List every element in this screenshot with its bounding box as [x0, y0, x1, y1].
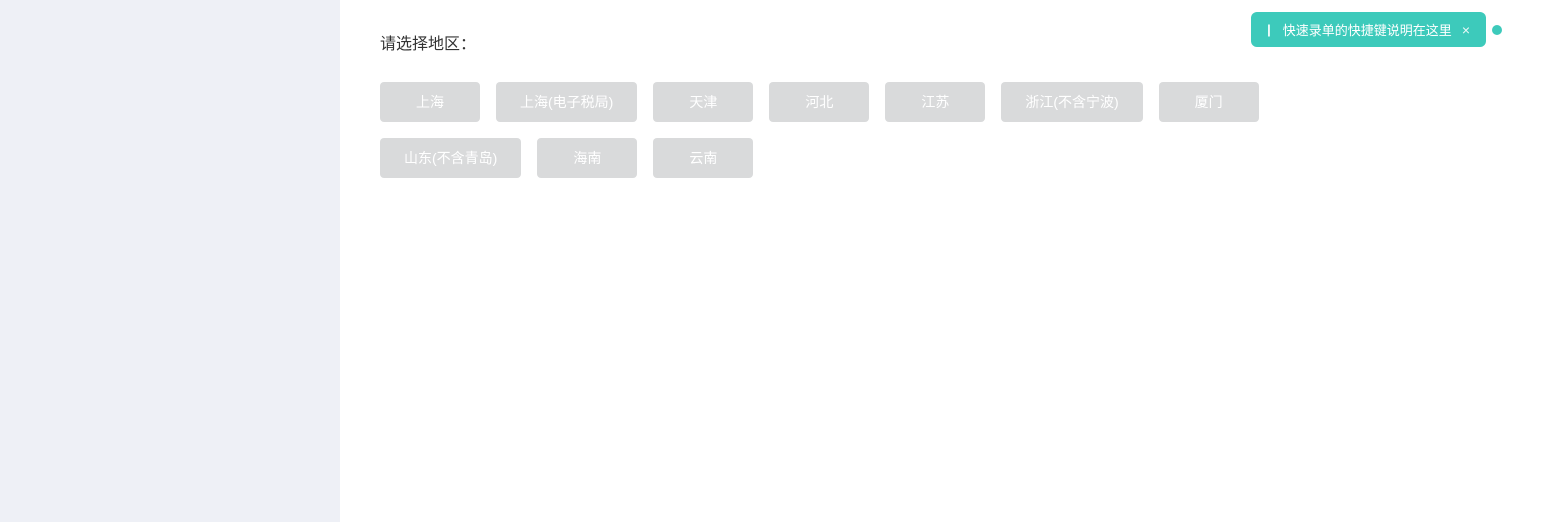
region-btn-jiangsu[interactable]: 江苏: [885, 82, 985, 122]
region-btn-hainan[interactable]: 海南: [537, 138, 637, 178]
left-sidebar: [0, 0, 340, 522]
tooltip-text: 快速录单的快捷键说明在这里: [1283, 20, 1452, 39]
tooltip-container: 快速录单的快捷键说明在这里 ×: [1251, 12, 1502, 47]
region-btn-shandong[interactable]: 山东(不含青岛): [380, 138, 521, 178]
region-btn-yunnan[interactable]: 云南: [653, 138, 753, 178]
region-row-2: 山东(不含青岛) 海南 云南: [380, 138, 1522, 178]
region-row-1: 上海 上海(电子税局) 天津 河北 江苏 浙江(不含宁波) 厦门: [380, 82, 1522, 122]
tooltip-close-button[interactable]: ×: [1462, 22, 1470, 38]
region-btn-shanghai-etax[interactable]: 上海(电子税局): [496, 82, 637, 122]
region-btn-hebei[interactable]: 河北: [769, 82, 869, 122]
region-btn-tianjin[interactable]: 天津: [653, 82, 753, 122]
region-btn-zhejiang[interactable]: 浙江(不含宁波): [1001, 82, 1142, 122]
tooltip-dot: [1492, 25, 1502, 35]
tooltip-bubble: 快速录单的快捷键说明在这里 ×: [1251, 12, 1486, 47]
main-content: 请选择地区： 上海 上海(电子税局) 天津 河北 江苏 浙江(不含宁波) 厦门 …: [340, 0, 1562, 522]
region-btn-shanghai[interactable]: 上海: [380, 82, 480, 122]
region-btn-xiamen[interactable]: 厦门: [1159, 82, 1259, 122]
